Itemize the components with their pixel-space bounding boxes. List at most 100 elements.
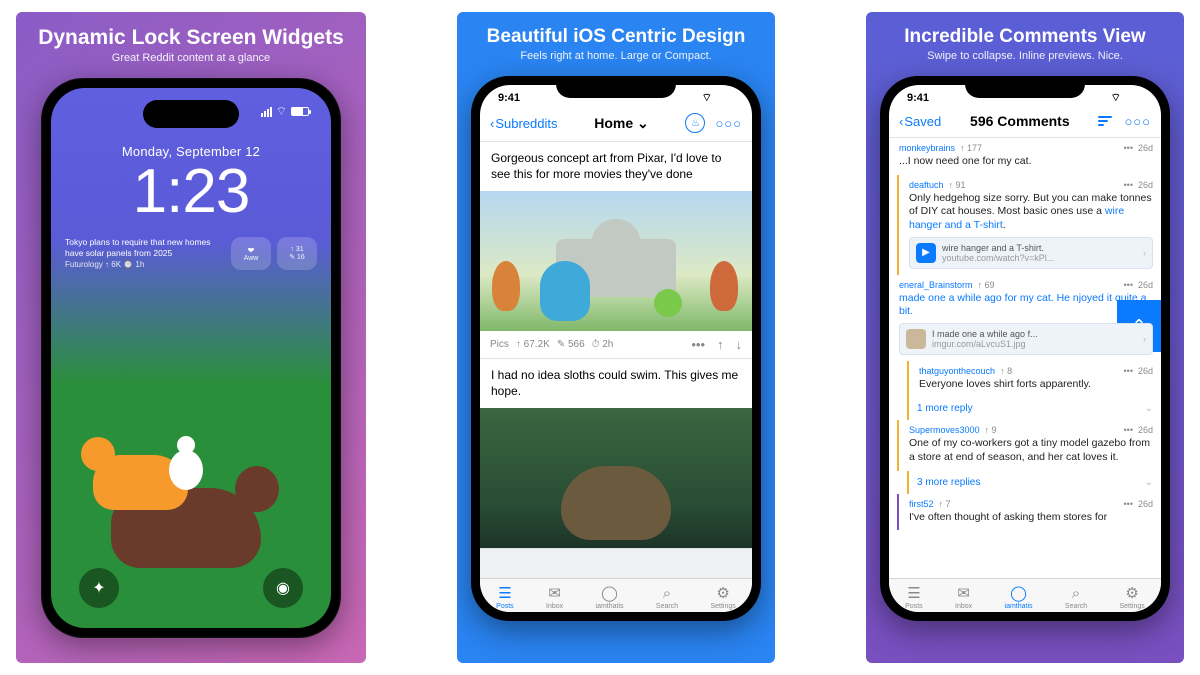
panel2-headline: Beautiful iOS Centric Design — [487, 26, 746, 48]
phone-feed: 9:41 ⌔ ‹Subreddits Home ⌄ ♨ ○○○ Gorgeous… — [471, 76, 761, 621]
panel1-sub: Great Reddit content at a glance — [112, 52, 270, 64]
comment-text: ...I now need one for my cat. — [899, 155, 1153, 169]
comment-text: Only hedgehog size sorry. But you can ma… — [909, 192, 1153, 233]
profile-icon: ◯ — [601, 584, 618, 602]
profile-icon: ◯ — [1010, 584, 1027, 602]
tab-posts[interactable]: ☰Posts — [905, 584, 923, 610]
post-subreddit: Pics — [490, 339, 509, 350]
tabbar: ☰Posts ✉Inbox ◯iamthatis ⌕Search ⚙Settin… — [480, 578, 752, 612]
gear-icon: ⚙ — [716, 584, 729, 602]
widget-headline-card[interactable]: Tokyo plans to require that new homes ha… — [65, 237, 225, 270]
comment[interactable]: Supermoves3000↑ 9•••26d One of my co-wor… — [897, 420, 1161, 470]
sort-button[interactable] — [1098, 116, 1114, 126]
more-replies-button[interactable]: 1 more reply⌄ — [907, 397, 1161, 420]
sort-hot-button[interactable]: ♨ — [685, 113, 705, 133]
battery-icon — [716, 94, 734, 103]
post-age: ⏱ 2h — [592, 339, 614, 350]
status-time: 9:41 — [907, 92, 929, 104]
post-meta: Pics ↑ 67.2K ✎ 566 ⏱ 2h ••• ↑ ↓ — [480, 331, 752, 358]
notch — [965, 76, 1085, 98]
chevron-down-icon: ⌄ — [633, 115, 649, 131]
wallpaper-characters — [51, 348, 331, 568]
chevron-left-icon: ‹ — [490, 116, 494, 131]
posts-icon: ☰ — [498, 584, 511, 602]
panel1-headline: Dynamic Lock Screen Widgets — [38, 26, 344, 50]
post-card[interactable]: I had no idea sloths could swim. This gi… — [480, 359, 752, 549]
tab-inbox[interactable]: ✉Inbox — [955, 584, 972, 610]
comment-more-icon: ••• — [1124, 143, 1133, 153]
tab-settings[interactable]: ⚙Settings — [1119, 584, 1144, 610]
play-icon: ▶ — [916, 243, 936, 263]
upvote-button[interactable]: ↑ — [717, 337, 724, 352]
chevron-right-icon: › — [1143, 248, 1146, 258]
camera-icon: ◉ — [276, 578, 290, 598]
comment-text: Everyone loves shirt forts apparently. — [919, 378, 1153, 392]
panel3-headline: Incredible Comments View — [904, 26, 1145, 48]
nav-title: 596 Comments — [970, 113, 1070, 129]
flashlight-button[interactable]: ✦ — [79, 568, 119, 608]
comment-text: made one a while ago for my cat. He njoy… — [899, 292, 1153, 319]
navbar: ‹Saved 596 Comments ○○○ — [889, 107, 1161, 138]
widget-chip-stats[interactable]: ↑ 31 ✎ 16 — [277, 237, 317, 270]
tab-search[interactable]: ⌕Search — [656, 585, 678, 610]
dynamic-island — [143, 100, 239, 128]
search-icon: ⌕ — [1072, 585, 1080, 602]
panel3-sub: Swipe to collapse. Inline previews. Nice… — [927, 50, 1123, 62]
post-title: Gorgeous concept art from Pixar, I'd lov… — [480, 142, 752, 191]
notch — [556, 76, 676, 98]
flame-icon: ♨ — [691, 118, 700, 129]
phone-lockscreen: ⌔ Monday, September 12 1:23 Tokyo plans … — [41, 78, 341, 638]
tab-settings[interactable]: ⚙Settings — [710, 584, 735, 610]
tab-profile[interactable]: ◯iamthatis — [1005, 584, 1033, 610]
comment[interactable]: thatguyonthecouch↑ 8•••26d Everyone love… — [907, 361, 1161, 398]
post-title: I had no idea sloths could swim. This gi… — [480, 359, 752, 408]
embed-video[interactable]: ▶wire hanger and a T-shirt.youtube.com/w… — [909, 237, 1153, 269]
post-card[interactable]: Gorgeous concept art from Pixar, I'd lov… — [480, 142, 752, 359]
wifi-icon: ⌔ — [276, 104, 287, 119]
posts-feed[interactable]: Gorgeous concept art from Pixar, I'd lov… — [480, 142, 752, 578]
embed-image[interactable]: I made one a while ago f...imgur.com/aLv… — [899, 323, 1153, 355]
battery-icon — [1125, 94, 1143, 103]
back-button[interactable]: ‹Subreddits — [490, 116, 558, 131]
comment[interactable]: monkeybrains↑ 177•••26d ...I now need on… — [889, 138, 1161, 175]
comment[interactable]: deaftuch↑ 91•••26d Only hedgehog size so… — [897, 175, 1161, 275]
tab-search[interactable]: ⌕Search — [1065, 585, 1087, 610]
post-image — [480, 408, 752, 548]
comments-list[interactable]: ⌃ monkeybrains↑ 177•••26d ...I now need … — [889, 138, 1161, 578]
more-replies-button[interactable]: 3 more replies⌄ — [907, 471, 1161, 494]
post-image — [480, 191, 752, 331]
search-icon: ⌕ — [663, 585, 671, 602]
comment[interactable]: eneral_Brainstorm↑ 69•••26d made one a w… — [889, 275, 1161, 361]
comment-text: One of my co-workers got a tiny model ga… — [909, 437, 1153, 464]
flashlight-icon: ✦ — [92, 578, 105, 598]
posts-icon: ☰ — [907, 584, 920, 602]
tab-profile[interactable]: ◯iamthatis — [596, 584, 624, 610]
post-comments: ✎ 566 — [557, 339, 585, 350]
chevron-left-icon: ‹ — [899, 114, 903, 129]
tab-inbox[interactable]: ✉Inbox — [546, 584, 563, 610]
promo-panel-lockscreen: Dynamic Lock Screen Widgets Great Reddit… — [16, 12, 366, 663]
nav-title[interactable]: Home ⌄ — [594, 115, 649, 132]
status-time: 9:41 — [498, 92, 520, 104]
camera-button[interactable]: ◉ — [263, 568, 303, 608]
signal-icon — [1096, 93, 1107, 103]
lock-time: 1:23 — [51, 161, 331, 223]
lock-widgets: Tokyo plans to require that new homes ha… — [51, 237, 331, 270]
signal-icon — [687, 93, 698, 103]
post-more-button[interactable]: ••• — [691, 337, 705, 352]
widget-chip-aww[interactable]: ❤ Aww — [231, 237, 271, 270]
image-thumb-icon — [906, 329, 926, 349]
post-upvotes: ↑ 67.2K — [516, 339, 550, 350]
back-button[interactable]: ‹Saved — [899, 114, 941, 129]
more-button[interactable]: ○○○ — [715, 116, 742, 131]
more-button[interactable]: ○○○ — [1124, 114, 1151, 129]
comment-text: I've often thought of asking them stores… — [909, 511, 1153, 525]
downvote-button[interactable]: ↓ — [736, 337, 743, 352]
comment[interactable]: first52↑ 7•••26d I've often thought of a… — [897, 494, 1161, 531]
wifi-icon: ⌔ — [1111, 91, 1121, 105]
tab-posts[interactable]: ☰Posts — [496, 584, 514, 610]
wifi-icon: ⌔ — [702, 91, 712, 105]
inbox-icon: ✉ — [548, 584, 561, 602]
navbar: ‹Subreddits Home ⌄ ♨ ○○○ — [480, 107, 752, 142]
battery-icon — [291, 107, 309, 116]
